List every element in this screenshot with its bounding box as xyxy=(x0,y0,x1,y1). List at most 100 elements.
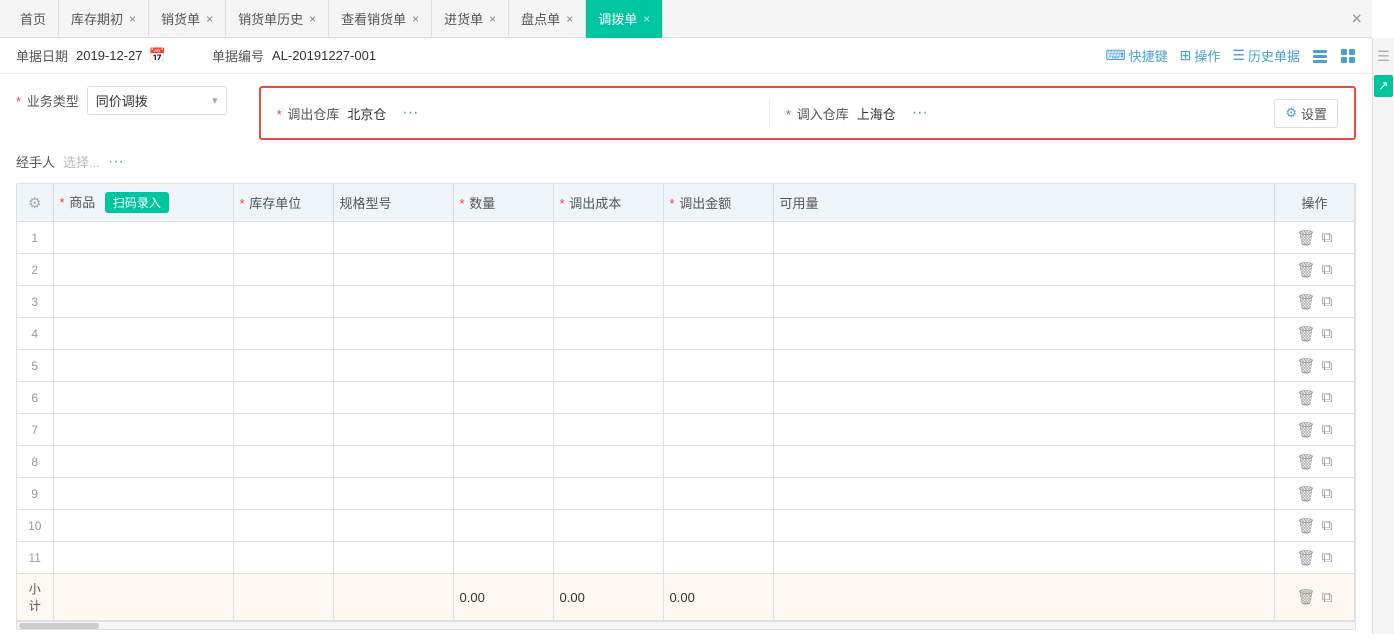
row-copy-icon[interactable]: ⧉ xyxy=(1322,261,1333,278)
row-delete-icon[interactable]: 🗑 xyxy=(1297,261,1316,279)
row-cost[interactable] xyxy=(553,318,663,350)
subtotal-delete-icon[interactable]: 🗑 xyxy=(1297,588,1316,606)
row-qty[interactable] xyxy=(453,382,553,414)
row-avail[interactable] xyxy=(773,382,1275,414)
row-qty[interactable] xyxy=(453,286,553,318)
row-copy-icon[interactable]: ⧉ xyxy=(1322,549,1333,566)
row-qty[interactable] xyxy=(453,254,553,286)
row-spec[interactable] xyxy=(333,414,453,446)
row-copy-icon[interactable]: ⧉ xyxy=(1322,421,1333,438)
out-warehouse-more-icon[interactable]: ··· xyxy=(402,104,418,122)
layout-button-list[interactable] xyxy=(1312,48,1328,64)
row-unit[interactable] xyxy=(233,350,333,382)
row-unit[interactable] xyxy=(233,222,333,254)
row-avail[interactable] xyxy=(773,446,1275,478)
row-cost[interactable] xyxy=(553,446,663,478)
row-spec[interactable] xyxy=(333,350,453,382)
row-spec[interactable] xyxy=(333,478,453,510)
history-button[interactable]: ☰ 历史单据 xyxy=(1232,46,1300,65)
tab-sales-order[interactable]: 销货单 × xyxy=(149,0,226,38)
row-unit[interactable] xyxy=(233,254,333,286)
row-amount[interactable] xyxy=(663,414,773,446)
tab-sales-history-close[interactable]: × xyxy=(309,12,316,26)
row-cost[interactable] xyxy=(553,286,663,318)
row-amount[interactable] xyxy=(663,478,773,510)
row-delete-icon[interactable]: 🗑 xyxy=(1297,293,1316,311)
row-delete-icon[interactable]: 🗑 xyxy=(1297,357,1316,375)
row-delete-icon[interactable]: 🗑 xyxy=(1297,389,1316,407)
tab-sales-order-close[interactable]: × xyxy=(206,12,213,26)
row-spec[interactable] xyxy=(333,286,453,318)
row-goods[interactable] xyxy=(53,286,233,318)
row-avail[interactable] xyxy=(773,222,1275,254)
row-amount[interactable] xyxy=(663,254,773,286)
tab-transfer-order-close[interactable]: × xyxy=(643,12,650,26)
tab-view-sales-close[interactable]: × xyxy=(412,12,419,26)
row-spec[interactable] xyxy=(333,510,453,542)
row-goods[interactable] xyxy=(53,414,233,446)
row-qty[interactable] xyxy=(453,414,553,446)
scrollbar-thumb[interactable] xyxy=(19,623,99,629)
row-unit[interactable] xyxy=(233,318,333,350)
person-select[interactable]: 选择... xyxy=(63,152,100,171)
row-cost[interactable] xyxy=(553,414,663,446)
layout-button-grid[interactable] xyxy=(1340,48,1356,64)
calendar-icon[interactable]: 📅 xyxy=(149,47,166,64)
row-copy-icon[interactable]: ⧉ xyxy=(1322,453,1333,470)
tab-view-sales[interactable]: 查看销货单 × xyxy=(329,0,432,38)
row-spec[interactable] xyxy=(333,318,453,350)
row-avail[interactable] xyxy=(773,542,1275,574)
row-cost[interactable] xyxy=(553,542,663,574)
row-avail[interactable] xyxy=(773,414,1275,446)
in-warehouse-more-icon[interactable]: ··· xyxy=(912,104,928,122)
row-avail[interactable] xyxy=(773,254,1275,286)
row-goods[interactable] xyxy=(53,254,233,286)
row-unit[interactable] xyxy=(233,446,333,478)
row-qty[interactable] xyxy=(453,478,553,510)
row-delete-icon[interactable]: 🗑 xyxy=(1297,517,1316,535)
row-amount[interactable] xyxy=(663,510,773,542)
tab-inventory-init[interactable]: 库存期初 × xyxy=(59,0,149,38)
row-copy-icon[interactable]: ⧉ xyxy=(1322,293,1333,310)
tab-purchase-order-close[interactable]: × xyxy=(489,12,496,26)
row-qty[interactable] xyxy=(453,510,553,542)
scan-button[interactable]: 扫码录入 xyxy=(105,192,169,213)
row-amount[interactable] xyxy=(663,542,773,574)
row-avail[interactable] xyxy=(773,318,1275,350)
row-unit[interactable] xyxy=(233,478,333,510)
row-cost[interactable] xyxy=(553,222,663,254)
subtotal-copy-icon[interactable]: ⧉ xyxy=(1322,589,1333,606)
row-unit[interactable] xyxy=(233,286,333,318)
row-amount[interactable] xyxy=(663,350,773,382)
row-copy-icon[interactable]: ⧉ xyxy=(1322,485,1333,502)
window-close-button[interactable]: × xyxy=(1351,8,1362,29)
row-delete-icon[interactable]: 🗑 xyxy=(1297,421,1316,439)
row-qty[interactable] xyxy=(453,222,553,254)
row-goods[interactable] xyxy=(53,478,233,510)
row-copy-icon[interactable]: ⧉ xyxy=(1322,389,1333,406)
row-goods[interactable] xyxy=(53,510,233,542)
tab-inventory-check-close[interactable]: × xyxy=(566,12,573,26)
row-unit[interactable] xyxy=(233,414,333,446)
horizontal-scrollbar[interactable] xyxy=(17,621,1355,629)
row-amount[interactable] xyxy=(663,446,773,478)
row-cost[interactable] xyxy=(553,382,663,414)
row-delete-icon[interactable]: 🗑 xyxy=(1297,549,1316,567)
row-qty[interactable] xyxy=(453,318,553,350)
row-copy-icon[interactable]: ⧉ xyxy=(1322,517,1333,534)
row-avail[interactable] xyxy=(773,350,1275,382)
tab-inventory-init-close[interactable]: × xyxy=(129,12,136,26)
row-spec[interactable] xyxy=(333,542,453,574)
row-unit[interactable] xyxy=(233,542,333,574)
row-amount[interactable] xyxy=(663,222,773,254)
row-copy-icon[interactable]: ⧉ xyxy=(1322,229,1333,246)
row-cost[interactable] xyxy=(553,350,663,382)
actions-button[interactable]: ⊞ 操作 xyxy=(1180,46,1221,65)
row-cost[interactable] xyxy=(553,254,663,286)
row-copy-icon[interactable]: ⧉ xyxy=(1322,357,1333,374)
tab-purchase-order[interactable]: 进货单 × xyxy=(432,0,509,38)
row-qty[interactable] xyxy=(453,446,553,478)
row-avail[interactable] xyxy=(773,478,1275,510)
settings-button[interactable]: ⚙ 设置 xyxy=(1274,99,1338,128)
tab-home[interactable]: 首页 xyxy=(8,0,59,38)
